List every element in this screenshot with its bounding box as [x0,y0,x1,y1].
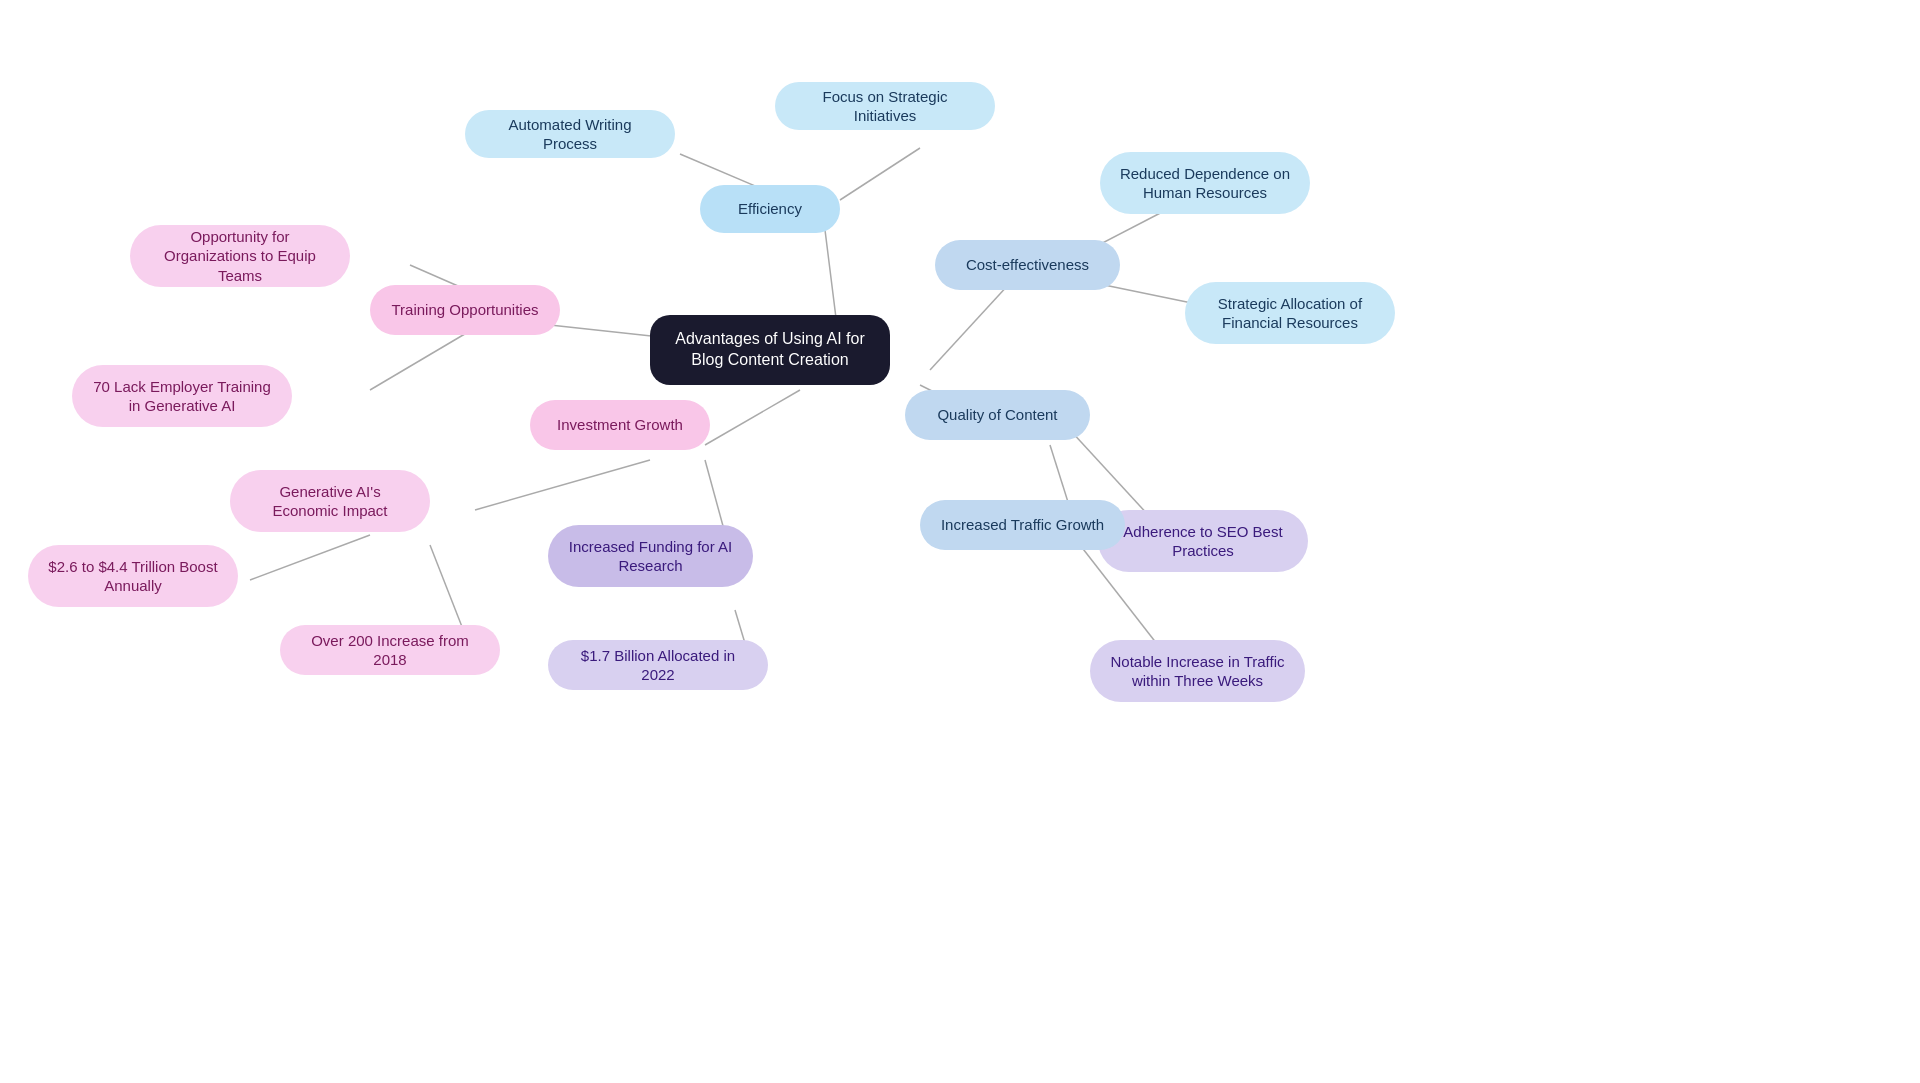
lack-employer-node: 70 Lack Employer Training in Generative … [72,365,292,427]
adherence-seo-node: Adherence to SEO Best Practices [1098,510,1308,572]
investment-growth-label: Investment Growth [557,415,683,435]
billion-allocated-label: $1.7 Billion Allocated in 2022 [566,646,750,685]
billion-allocated-node: $1.7 Billion Allocated in 2022 [548,640,768,690]
opportunity-orgs-node: Opportunity for Organizations to Equip T… [130,225,350,287]
strategic-allocation-node: Strategic Allocation of Financial Resour… [1185,282,1395,344]
svg-line-14 [475,460,650,510]
opportunity-orgs-label: Opportunity for Organizations to Equip T… [148,227,332,286]
over-200-node: Over 200 Increase from 2018 [280,625,500,675]
automated-writing-label: Automated Writing Process [483,115,657,154]
center-node: Advantages of Using AI for Blog Content … [650,315,890,385]
increased-traffic-label: Increased Traffic Growth [941,515,1104,535]
quality-content-node: Quality of Content [905,390,1090,440]
reduced-dependence-label: Reduced Dependence on Human Resources [1118,164,1292,203]
focus-strategic-label: Focus on Strategic Initiatives [793,87,977,126]
automated-writing-node: Automated Writing Process [465,110,675,158]
efficiency-label: Efficiency [738,199,802,219]
notable-increase-node: Notable Increase in Traffic within Three… [1090,640,1305,702]
boost-annually-label: $2.6 to $4.4 Trillion Boost Annually [46,557,220,596]
increased-funding-node: Increased Funding for AI Research [548,525,753,587]
investment-growth-node: Investment Growth [530,400,710,450]
reduced-dependence-node: Reduced Dependence on Human Resources [1100,152,1310,214]
increased-traffic-node: Increased Traffic Growth [920,500,1125,550]
focus-strategic-node: Focus on Strategic Initiatives [775,82,995,130]
svg-line-4 [705,390,800,445]
generative-economic-label: Generative AI's Economic Impact [248,482,412,521]
center-label: Advantages of Using AI for Blog Content … [668,329,872,371]
notable-increase-label: Notable Increase in Traffic within Three… [1108,652,1287,691]
training-opportunities-node: Training Opportunities [370,285,560,335]
increased-funding-label: Increased Funding for AI Research [566,537,735,576]
cost-effectiveness-label: Cost-effectiveness [966,255,1089,275]
efficiency-node: Efficiency [700,185,840,233]
cost-effectiveness-node: Cost-effectiveness [935,240,1120,290]
svg-line-2 [930,283,1010,370]
over-200-label: Over 200 Increase from 2018 [298,631,482,670]
boost-annually-node: $2.6 to $4.4 Trillion Boost Annually [28,545,238,607]
svg-line-6 [840,148,920,200]
adherence-seo-label: Adherence to SEO Best Practices [1116,522,1290,561]
lack-employer-label: 70 Lack Employer Training in Generative … [90,377,274,416]
generative-economic-node: Generative AI's Economic Impact [230,470,430,532]
quality-content-label: Quality of Content [937,405,1057,425]
svg-line-16 [250,535,370,580]
strategic-allocation-label: Strategic Allocation of Financial Resour… [1203,294,1377,333]
training-opportunities-label: Training Opportunities [391,300,538,320]
